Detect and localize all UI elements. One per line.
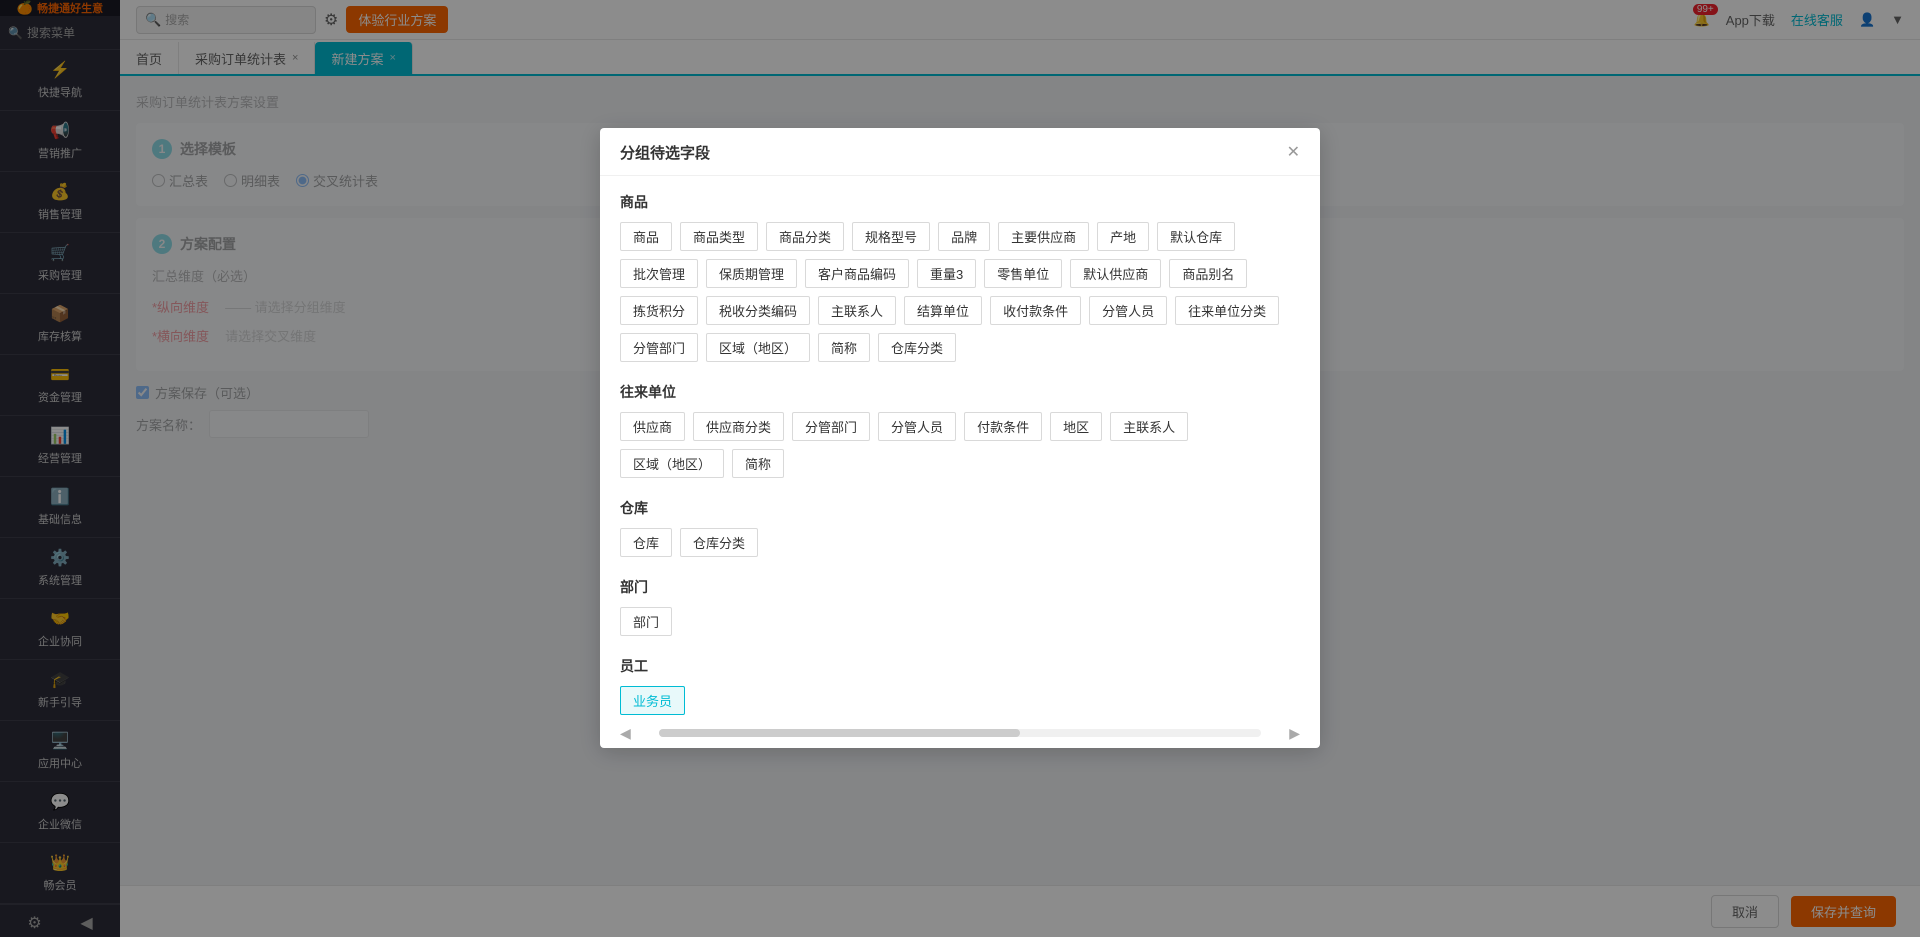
field-tag[interactable]: 规格型号 bbox=[852, 222, 930, 251]
field-tag[interactable]: 业务员 bbox=[620, 686, 685, 715]
scroll-right-icon[interactable]: ▶ bbox=[1289, 725, 1300, 742]
field-section-title: 往来单位 bbox=[620, 382, 1300, 402]
field-tag[interactable]: 税收分类编码 bbox=[706, 296, 810, 325]
field-section-往来单位: 往来单位供应商供应商分类分管部门分管人员付款条件地区主联系人区域（地区） 简称 bbox=[620, 382, 1300, 478]
field-section-部门: 部门部门 bbox=[620, 577, 1300, 636]
field-tag[interactable]: 主要供应商 bbox=[998, 222, 1089, 251]
field-tags-员工: 业务员 bbox=[620, 686, 1300, 715]
field-tag[interactable]: 区域（地区） bbox=[620, 449, 724, 478]
modal-scrollbar-horizontal[interactable] bbox=[659, 729, 1261, 737]
field-tag[interactable]: 地区 bbox=[1050, 412, 1102, 441]
field-tag[interactable]: 仓库分类 bbox=[680, 528, 758, 557]
field-section-员工: 员工业务员 bbox=[620, 656, 1300, 715]
field-tag[interactable]: 部门 bbox=[620, 607, 672, 636]
modal-close-button[interactable]: ✕ bbox=[1287, 142, 1300, 162]
modal-header: 分组待选字段 ✕ bbox=[600, 128, 1320, 176]
modal-scrollbar-row: ◀ ▶ bbox=[600, 719, 1320, 748]
field-tag[interactable]: 客户商品编码 bbox=[805, 259, 909, 288]
field-tag[interactable]: 商品别名 bbox=[1169, 259, 1247, 288]
field-tag[interactable]: 收付款条件 bbox=[990, 296, 1081, 325]
field-tag[interactable]: 分管人员 bbox=[1089, 296, 1167, 325]
field-tag[interactable]: 商品分类 bbox=[766, 222, 844, 251]
field-tags-部门: 部门 bbox=[620, 607, 1300, 636]
field-tag[interactable]: 简称 bbox=[818, 333, 870, 362]
field-select-modal: 分组待选字段 ✕ 商品商品商品类型商品分类规格型号品牌主要供应商产地默认仓库批次… bbox=[600, 128, 1320, 748]
field-tag[interactable]: 重量3 bbox=[917, 259, 976, 288]
field-tag[interactable]: 保质期管理 bbox=[706, 259, 797, 288]
field-tag[interactable]: 分管人员 bbox=[878, 412, 956, 441]
scrollbar-thumb bbox=[659, 729, 1020, 737]
field-tag[interactable]: 结算单位 bbox=[904, 296, 982, 325]
field-section-title: 部门 bbox=[620, 577, 1300, 597]
field-tag[interactable]: 零售单位 bbox=[984, 259, 1062, 288]
scroll-left-icon[interactable]: ◀ bbox=[620, 725, 631, 742]
field-tag[interactable]: 产地 bbox=[1097, 222, 1149, 251]
field-tag[interactable]: 默认仓库 bbox=[1157, 222, 1235, 251]
field-tag[interactable]: 仓库 bbox=[620, 528, 672, 557]
field-tag[interactable]: 主联系人 bbox=[818, 296, 896, 325]
modal-title: 分组待选字段 bbox=[620, 142, 710, 163]
modal-body[interactable]: 商品商品商品类型商品分类规格型号品牌主要供应商产地默认仓库批次管理保质期管理客户… bbox=[600, 176, 1320, 719]
field-section-商品: 商品商品商品类型商品分类规格型号品牌主要供应商产地默认仓库批次管理保质期管理客户… bbox=[620, 192, 1300, 362]
field-tag[interactable]: 仓库分类 bbox=[878, 333, 956, 362]
field-tag[interactable]: 商品类型 bbox=[680, 222, 758, 251]
field-tag[interactable]: 批次管理 bbox=[620, 259, 698, 288]
field-section-仓库: 仓库仓库仓库分类 bbox=[620, 498, 1300, 557]
field-tag[interactable]: 拣货积分 bbox=[620, 296, 698, 325]
field-tags-仓库: 仓库仓库分类 bbox=[620, 528, 1300, 557]
field-tag[interactable]: 商品 bbox=[620, 222, 672, 251]
field-tags-商品: 商品商品类型商品分类规格型号品牌主要供应商产地默认仓库批次管理保质期管理客户商品… bbox=[620, 222, 1300, 362]
field-tag[interactable]: 分管部门 bbox=[792, 412, 870, 441]
field-section-title: 商品 bbox=[620, 192, 1300, 212]
field-tag[interactable]: 简称 bbox=[732, 449, 784, 478]
field-section-title: 仓库 bbox=[620, 498, 1300, 518]
field-tag[interactable]: 默认供应商 bbox=[1070, 259, 1161, 288]
field-tag[interactable]: 付款条件 bbox=[964, 412, 1042, 441]
field-tag[interactable]: 往来单位分类 bbox=[1175, 296, 1279, 325]
field-tags-往来单位: 供应商供应商分类分管部门分管人员付款条件地区主联系人区域（地区） 简称 bbox=[620, 412, 1300, 478]
field-tag[interactable]: 分管部门 bbox=[620, 333, 698, 362]
field-tag[interactable]: 供应商 bbox=[620, 412, 685, 441]
field-tag[interactable]: 供应商分类 bbox=[693, 412, 784, 441]
field-tag[interactable]: 主联系人 bbox=[1110, 412, 1188, 441]
field-tag[interactable]: 品牌 bbox=[938, 222, 990, 251]
field-tag[interactable]: 区域（地区） bbox=[706, 333, 810, 362]
field-section-title: 员工 bbox=[620, 656, 1300, 676]
